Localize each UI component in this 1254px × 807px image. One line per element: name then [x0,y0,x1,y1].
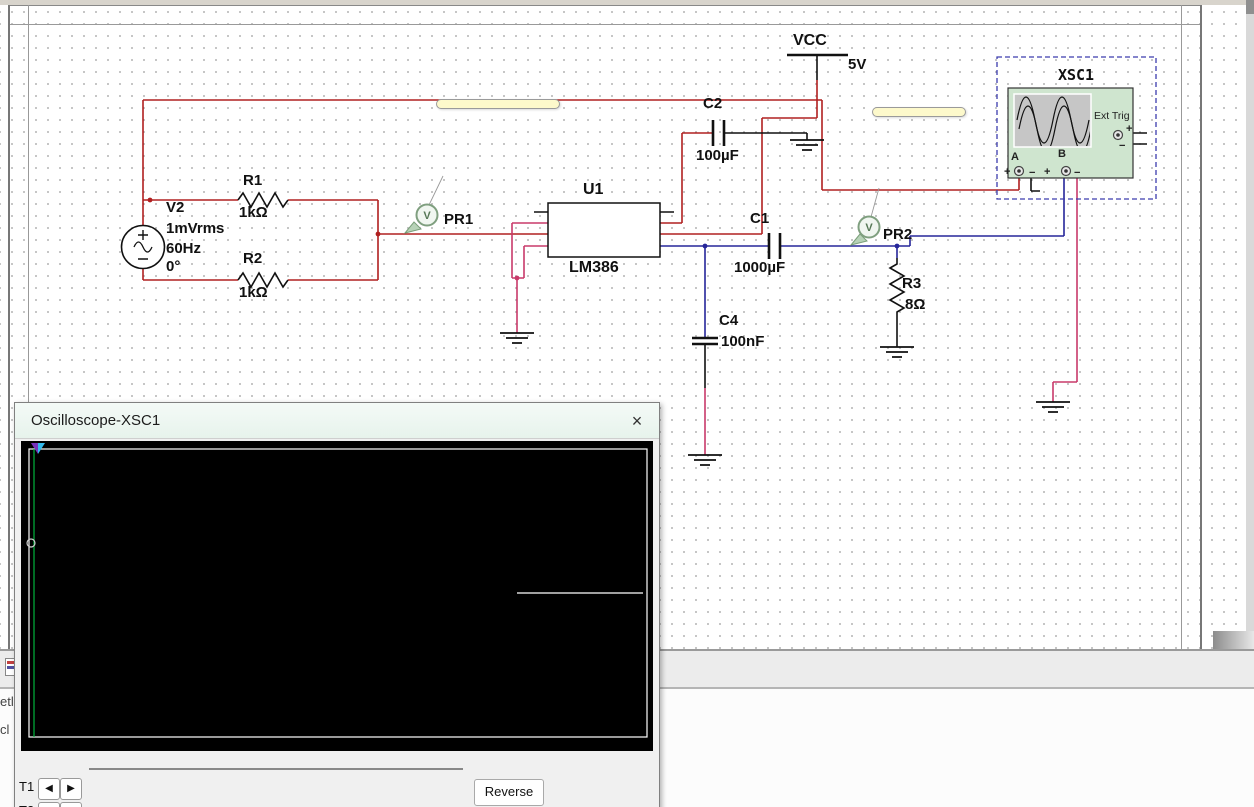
capacitor-c2[interactable] [711,120,726,146]
xsc1-ext-plus: + [1126,123,1133,135]
t1-label: T1 [19,779,35,794]
vcc-value: 5V [848,56,867,73]
xsc1-a-minus: − [1029,167,1036,179]
probe-readout-pr2[interactable] [872,107,966,117]
vertical-scrollbar-thumb[interactable] [1246,0,1254,14]
sheet-border-right-outer [1200,5,1202,650]
capacitor-c1[interactable] [767,233,782,259]
probe-readout-pr1[interactable] [436,99,560,109]
scrollbar-corner[interactable] [1213,631,1254,649]
v2-value: 1mVrms [166,220,225,237]
xsc1-b-plus: + [1044,166,1051,178]
r3-ref: R3 [902,275,922,292]
t2-label: T2 [19,803,34,807]
r2-ref: R2 [243,250,263,267]
oscilloscope-window[interactable]: Oscilloscope-XSC1 × T1 ◀ ▶ T2 ◀ ▶ [14,402,660,807]
multisim-app: V V VCC 5V C2 100µF C1 1000µF C4 100nF U… [0,0,1254,807]
t2-step-right-button[interactable]: ▶ [60,802,82,807]
xsc1-a-label: A [1011,151,1019,163]
t2-step-left-button[interactable]: ◀ [38,802,60,807]
vcc-label: VCC [793,32,827,49]
r1-ref: R1 [243,172,263,189]
background-text-fragment-1: etl [0,694,14,709]
u1-ref: U1 [583,181,604,198]
sheet-border-left-outer [8,5,10,650]
xsc1-terminal-a[interactable] [1013,165,1025,177]
xsc1-a-plus: + [1004,166,1011,178]
oscilloscope-screen-bezel [21,441,653,751]
probe-v-symbol: V [865,222,873,234]
t1-step-right-button[interactable]: ▶ [60,778,82,800]
c4-value: 100nF [721,333,765,350]
xsc1-b-label: B [1058,148,1066,160]
t1-step-left-button[interactable]: ◀ [38,778,60,800]
capacitor-c4[interactable] [692,336,718,346]
r2-value: 1kΩ [239,284,268,301]
vertical-scrollbar[interactable] [1246,0,1254,649]
oscilloscope-titlebar[interactable]: Oscilloscope-XSC1 × [15,403,659,439]
r1-value: 1kΩ [239,204,268,221]
c1-ref: C1 [750,210,770,227]
v2-phase: 0° [166,258,181,275]
xsc1-ref: XSC1 [1057,66,1095,84]
v2-ref: V2 [166,199,185,216]
sheet-border-right-inner [1181,5,1182,650]
c2-value: 100µF [696,147,739,164]
oscilloscope-screen[interactable] [21,441,653,751]
xsc1-terminal-ext-trig[interactable] [1112,129,1124,141]
probe-pr2[interactable]: V [849,215,881,246]
probe-pr1[interactable]: V [403,203,439,234]
pr1-label: PR1 [444,211,474,228]
close-icon[interactable]: × [625,409,649,433]
oscilloscope-title: Oscilloscope-XSC1 [31,412,161,429]
sheet-border-top-inner [8,24,1201,25]
sheet-border-top-outer [8,5,1201,6]
c2-ref: C2 [703,95,723,112]
pr2-label: PR2 [883,226,913,243]
c4-ref: C4 [719,312,739,329]
xsc1-ext-trig-label: Ext Trig [1094,110,1130,122]
u1-chip-body[interactable] [547,202,661,258]
v2-freq: 60Hz [166,240,202,257]
xsc1-terminal-b[interactable] [1060,165,1072,177]
scope-readout-table [89,768,463,770]
background-text-fragment-2: cl [0,722,10,737]
u1-part: LM386 [569,259,619,276]
probe-v-symbol: V [423,210,431,222]
reverse-button[interactable]: Reverse [474,779,544,806]
xsc1-ext-minus: − [1119,140,1126,152]
xsc1-b-minus: − [1074,167,1081,179]
source-v2[interactable] [120,224,166,270]
c1-value: 1000µF [734,259,786,276]
r3-value: 8Ω [905,296,926,313]
